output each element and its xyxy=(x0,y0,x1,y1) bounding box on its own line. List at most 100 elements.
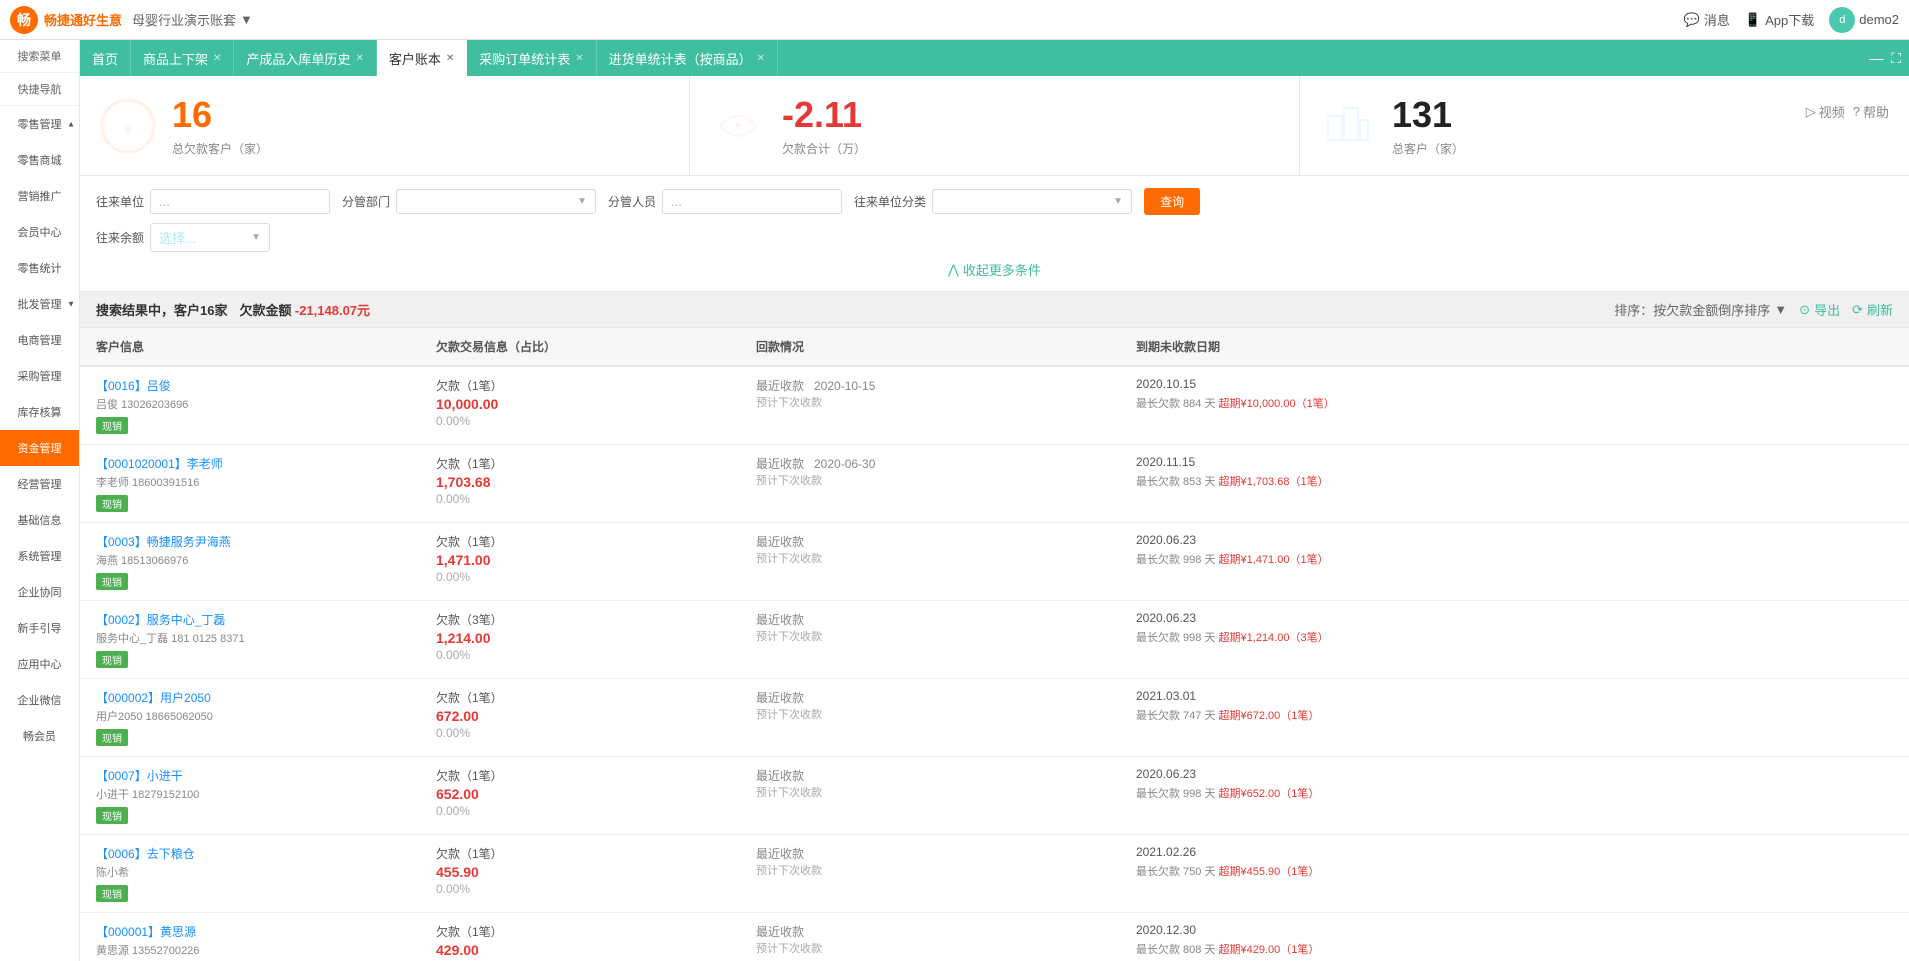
view-video-button[interactable]: ▷ 视频 xyxy=(1806,102,1845,121)
sidebar-item-ecommerce[interactable]: 电商管理 xyxy=(0,322,79,358)
sidebar-item-newbie[interactable]: 新手引导 xyxy=(0,610,79,646)
overdue-cell-7: 2021.02.26 最长欠款 750 天 超期¥455.90（1笔） xyxy=(1136,845,1893,879)
overdue-link-5[interactable]: 超期¥672.00（1笔） xyxy=(1219,710,1320,722)
sidebar-quick-nav[interactable]: 快捷导航 xyxy=(0,73,79,106)
overdue-date-1: 2020.10.15 xyxy=(1136,377,1893,391)
sidebar-item-basic-info[interactable]: 基础信息 xyxy=(0,502,79,538)
results-actions: 排序：按欠款金额倒序排序 ▼ ⊙ 导出 ⟳ 刷新 xyxy=(1614,300,1893,319)
overdue-link-7[interactable]: 超期¥455.90（1笔） xyxy=(1219,866,1320,878)
customer-name-4[interactable]: 【0002】服务中心_丁磊 xyxy=(96,611,436,628)
message-button[interactable]: 💬 消息 xyxy=(1684,10,1730,29)
user-profile[interactable]: d demo2 xyxy=(1829,7,1899,33)
logo-icon: 畅 xyxy=(10,6,38,34)
collection-date-6: 最近收款 xyxy=(756,767,1136,784)
customer-name-5[interactable]: 【000002】用户2050 xyxy=(96,689,436,706)
sidebar-item-wechat[interactable]: 企业微信 xyxy=(0,682,79,718)
customer-name-1[interactable]: 【0016】吕俊 xyxy=(96,377,436,394)
overdue-link-4[interactable]: 超期¥1,214.00（3笔） xyxy=(1219,632,1329,644)
search-button[interactable]: 查询 xyxy=(1144,188,1200,215)
customer-cell-6: 【0007】小进干 小进干 18279152100 现销 xyxy=(96,767,436,824)
debt-percent-7: 0.00% xyxy=(436,882,756,896)
app-download-button[interactable]: 📱 App下载 xyxy=(1745,10,1814,29)
balance-select[interactable]: 选择... ▼ xyxy=(150,223,270,252)
debt-amount-6[interactable]: 652.00 xyxy=(436,786,756,802)
th-debt-info: 欠款交易信息（占比） xyxy=(436,338,756,355)
sidebar-item-retail-stats[interactable]: 零售统计 xyxy=(0,250,79,286)
collection-date-2: 最近收款 2020-06-30 xyxy=(756,455,1136,472)
customer-name-6[interactable]: 【0007】小进干 xyxy=(96,767,436,784)
sidebar-item-retail-mgmt[interactable]: 零售管理 xyxy=(0,106,79,142)
sidebar-item-collab[interactable]: 企业协同 xyxy=(0,574,79,610)
sidebar-item-app-center[interactable]: 应用中心 xyxy=(0,646,79,682)
customer-phone-3: 海燕 18513066976 xyxy=(96,552,436,568)
collection-cell-2: 最近收款 2020-06-30 预计下次收款 xyxy=(756,455,1136,488)
tab-purchase-order-stats-close[interactable]: ✕ xyxy=(575,53,583,64)
debt-total-icon: ✦ xyxy=(710,98,766,154)
table-area: 客户信息 欠款交易信息（占比） 回款情况 到期未收款日期 【0016】吕俊 吕俊… xyxy=(80,328,1909,961)
overdue-link-8[interactable]: 超期¥429.00（1笔） xyxy=(1219,944,1320,956)
filter-item-source-unit: 往来单位 ... xyxy=(96,189,330,214)
filter-row-1: 往来单位 ... 分管部门 ▼ xyxy=(96,188,1893,215)
tab-customer-account-close[interactable]: ✕ xyxy=(446,53,454,64)
stats-row: ¥ 16 总欠款客户（家） ✦ xyxy=(80,76,1909,176)
tab-product-listing[interactable]: 商品上下架 ✕ xyxy=(131,40,234,76)
debt-cell-8: 欠款（1笔） 429.00 0.00% xyxy=(436,923,756,961)
dept-select[interactable]: ▼ xyxy=(396,189,596,214)
table-row: 【0002】服务中心_丁磊 服务中心_丁磊 181 0125 8371 现销 欠… xyxy=(80,601,1909,679)
export-button[interactable]: ⊙ 导出 xyxy=(1799,300,1840,319)
customer-name-8[interactable]: 【000001】黄思源 xyxy=(96,923,436,940)
overdue-link-1[interactable]: 超期¥10,000.00（1笔） xyxy=(1219,398,1335,410)
sidebar-item-vip[interactable]: 畅会员 xyxy=(0,718,79,754)
customer-name-3[interactable]: 【0003】畅捷服务尹海燕 xyxy=(96,533,436,550)
debt-customers-number: 16 xyxy=(172,94,268,136)
overdue-cell-6: 2020.06.23 最长欠款 998 天 超期¥652.00（1笔） xyxy=(1136,767,1893,801)
sidebar-item-retail-mall[interactable]: 零售商城 xyxy=(0,142,79,178)
tab-customer-account[interactable]: 客户账本 ✕ xyxy=(377,40,467,76)
debt-amount-7[interactable]: 455.90 xyxy=(436,864,756,880)
tab-production-history-close[interactable]: ✕ xyxy=(355,53,363,64)
tab-product-listing-close[interactable]: ✕ xyxy=(213,53,221,64)
debt-amount-8[interactable]: 429.00 xyxy=(436,942,756,958)
sidebar-search[interactable]: 搜索菜单 xyxy=(0,40,79,73)
overdue-link-2[interactable]: 超期¥1,703.68（1笔） xyxy=(1219,476,1329,488)
customer-name-2[interactable]: 【0001020001】李老师 xyxy=(96,455,436,472)
debt-cell-3: 欠款（1笔） 1,471.00 0.00% xyxy=(436,533,756,584)
help-button[interactable]: ? 帮助 xyxy=(1853,102,1889,121)
unit-category-select[interactable]: ▼ xyxy=(932,189,1132,214)
sidebar-item-system[interactable]: 系统管理 xyxy=(0,538,79,574)
sidebar-item-inventory[interactable]: 库存核算 xyxy=(0,394,79,430)
tab-purchase-stats-by-product[interactable]: 进货单统计表（按商品） ✕ xyxy=(597,40,778,76)
debt-cell-6: 欠款（1笔） 652.00 0.00% xyxy=(436,767,756,818)
overdue-link-3[interactable]: 超期¥1,471.00（1笔） xyxy=(1219,554,1329,566)
debt-amount-4[interactable]: 1,214.00 xyxy=(436,630,756,646)
debt-amount-2[interactable]: 1,703.68 xyxy=(436,474,756,490)
sidebar-item-member[interactable]: 会员中心 xyxy=(0,214,79,250)
debt-amount-5[interactable]: 672.00 xyxy=(436,708,756,724)
sidebar-item-finance[interactable]: 资金管理 xyxy=(0,430,79,466)
debt-amount-1[interactable]: 10,000.00 xyxy=(436,396,756,412)
sidebar-item-purchase[interactable]: 采购管理 xyxy=(0,358,79,394)
th-customer-info: 客户信息 xyxy=(96,338,436,355)
source-unit-input[interactable]: ... xyxy=(150,189,330,214)
refresh-button[interactable]: ⟳ 刷新 xyxy=(1852,300,1893,319)
tab-purchase-order-stats[interactable]: 采购订单统计表 ✕ xyxy=(467,40,596,76)
sidebar-item-operations[interactable]: 经营管理 xyxy=(0,466,79,502)
tab-home[interactable]: 首页 xyxy=(80,40,131,76)
debt-amount-3[interactable]: 1,471.00 xyxy=(436,552,756,568)
collapse-filter-button[interactable]: ⋀ 收起更多条件 xyxy=(96,260,1893,279)
tabs-minimize-button[interactable]: — xyxy=(1869,50,1883,66)
customer-phone-2: 李老师 18600391516 xyxy=(96,474,436,490)
filter-item-dept: 分管部门 ▼ xyxy=(342,189,596,214)
store-selector[interactable]: 母婴行业演示账套 ▼ xyxy=(132,10,253,29)
tabs-maximize-button[interactable]: ⛶ xyxy=(1891,50,1901,67)
tab-production-history[interactable]: 产成品入库单历史 ✕ xyxy=(234,40,376,76)
balance-label: 往来余额 xyxy=(96,229,144,246)
sort-button[interactable]: 排序：按欠款金额倒序排序 ▼ xyxy=(1614,300,1787,319)
tab-customer-account-label: 客户账本 xyxy=(389,49,441,68)
overdue-link-6[interactable]: 超期¥652.00（1笔） xyxy=(1219,788,1320,800)
sidebar-item-wholesale-mgmt[interactable]: 批发管理 xyxy=(0,286,79,322)
sidebar-item-marketing[interactable]: 营销推广 xyxy=(0,178,79,214)
manager-input[interactable]: ... xyxy=(662,189,842,214)
customer-name-7[interactable]: 【0006】去下粮仓 xyxy=(96,845,436,862)
tab-purchase-stats-by-product-close[interactable]: ✕ xyxy=(757,53,765,64)
